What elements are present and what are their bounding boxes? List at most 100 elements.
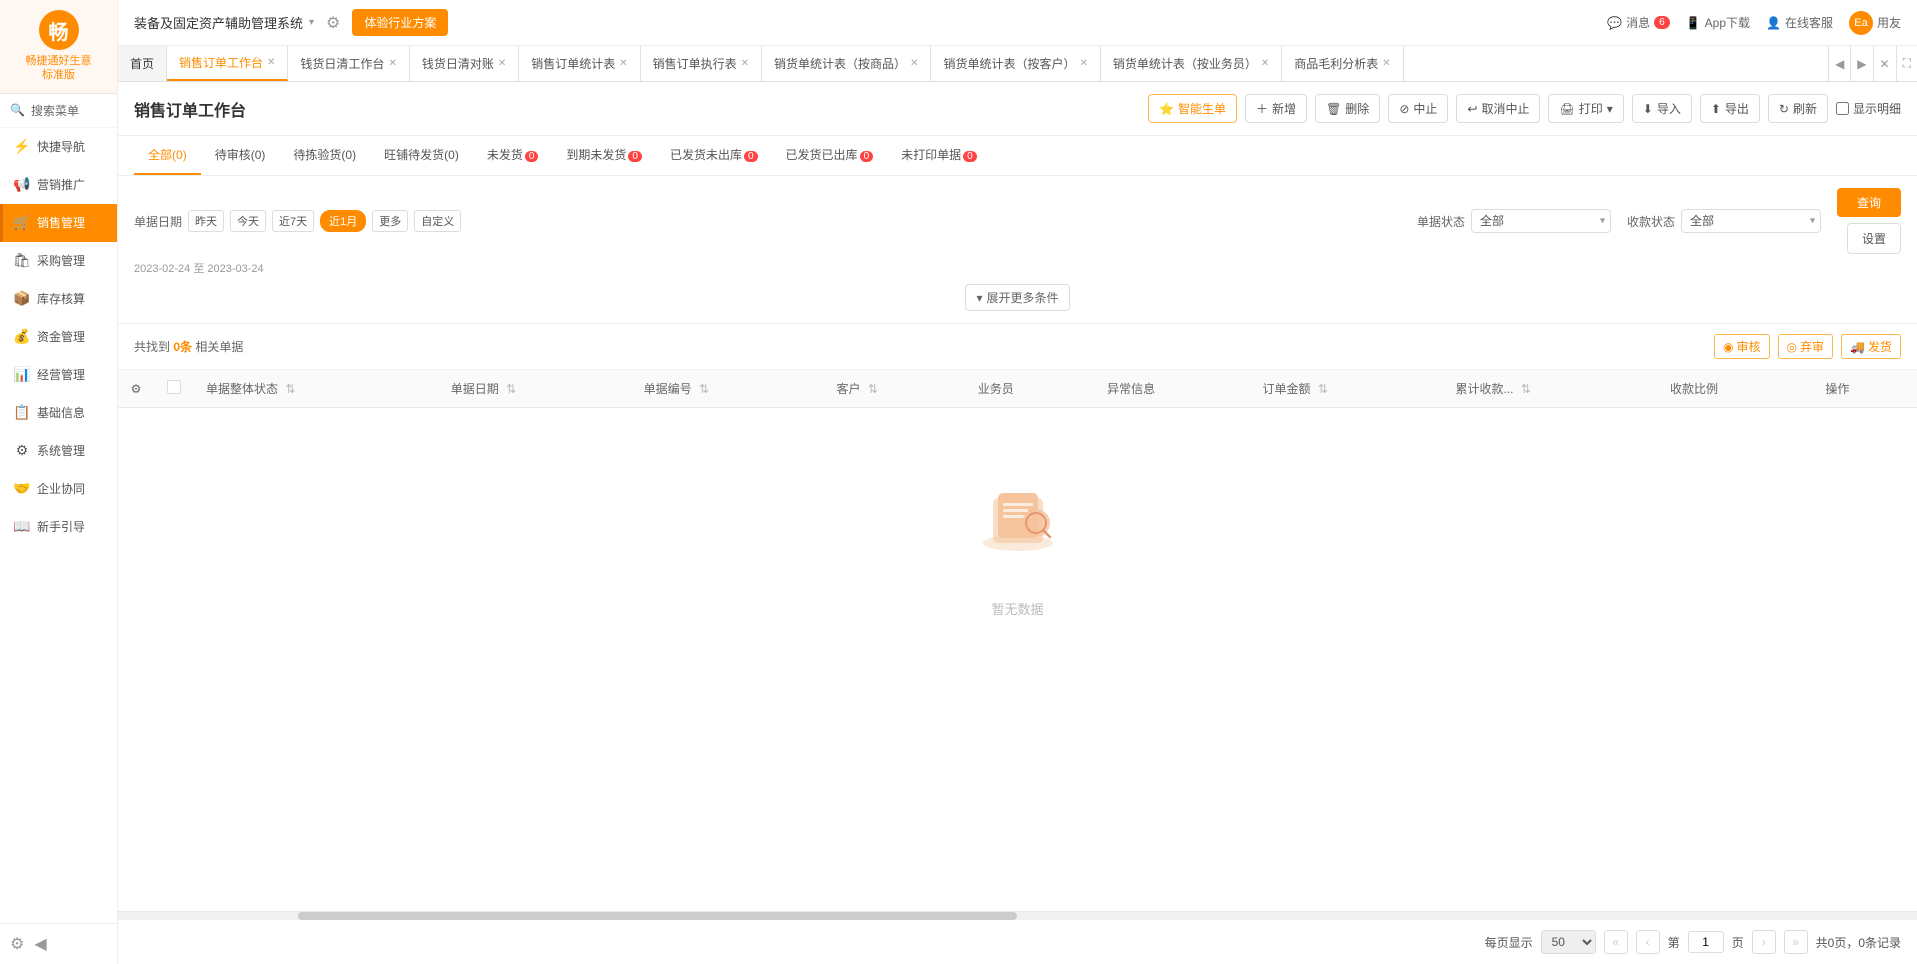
export-button[interactable]: ⬆ 导出 [1700,94,1760,123]
sidebar-item-inventory[interactable]: 📦 库存核算 [0,280,117,318]
subtab-pending-review[interactable]: 待审核(0) [201,136,280,175]
tab-close-sales-stats-staff[interactable]: ✕ [1261,58,1269,69]
select-all-checkbox[interactable] [167,380,181,394]
subtab-overdue-not-shipped[interactable]: 到期未发货0 [552,136,656,175]
show-detail-label[interactable]: 显示明细 [1836,100,1901,117]
last-page-btn[interactable]: » [1784,930,1808,954]
page-input[interactable] [1688,931,1724,953]
tab-sales-stats-customer[interactable]: 销货单统计表（按客户） ✕ [931,46,1100,81]
sidebar-item-enterprise[interactable]: 🤝 企业协同 [0,470,117,508]
tab-close-cash-daily[interactable]: ✕ [388,58,396,69]
sidebar-item-nav[interactable]: ⚡ 快捷导航 [0,128,117,166]
next-page-btn[interactable]: › [1752,930,1776,954]
sort-customer-icon[interactable]: ⇅ [868,382,878,396]
ship-action-btn[interactable]: 🚚 发货 [1841,334,1901,359]
basic-icon: 📋 [13,404,31,422]
tab-close-sales-stats-product[interactable]: ✕ [910,58,918,69]
date-btn-7days[interactable]: 近7天 [272,210,314,232]
tab-cash-daily[interactable]: 钱货日清工作台 ✕ [288,46,409,81]
review-action-btn[interactable]: ◉ 审核 [1714,334,1770,359]
scrollbar-area[interactable] [118,911,1917,919]
sidebar-item-guide[interactable]: 📖 新手引导 [0,508,117,546]
sidebar-item-system[interactable]: ⚙ 系统管理 [0,432,117,470]
cancel-review-action-btn[interactable]: ◎ 弃审 [1778,334,1834,359]
tab-sales-stats-staff[interactable]: 销货单统计表（按业务员） ✕ [1101,46,1282,81]
date-btn-1month[interactable]: 近1月 [320,210,366,232]
payment-select[interactable]: 全部 [1681,209,1821,233]
expand-button[interactable]: ▾ 展开更多条件 [965,284,1069,311]
topbar-settings-icon[interactable]: ⚙ [326,13,340,33]
col-settings-icon[interactable]: ⚙ [131,382,142,396]
first-page-btn[interactable]: « [1604,930,1628,954]
add-button[interactable]: ＋ 新增 [1245,94,1307,123]
sort-collected-icon[interactable]: ⇅ [1521,382,1531,396]
status-select[interactable]: 全部 [1471,209,1611,233]
sidebar-item-operation[interactable]: 📊 经营管理 [0,356,117,394]
prev-page-btn[interactable]: ‹ [1636,930,1660,954]
subtab-all[interactable]: 全部(0) [134,136,201,175]
scrollbar-thumb[interactable] [298,912,1018,920]
tab-sales-stats-product[interactable]: 销货单统计表（按商品） ✕ [762,46,931,81]
sort-status-icon[interactable]: ⇅ [285,382,295,396]
tab-close-sales-workbench[interactable]: ✕ [267,57,275,68]
tab-close-sales-stats[interactable]: ✕ [619,58,627,69]
sidebar-item-sales[interactable]: 🛒 销售管理 [0,204,117,242]
sidebar-item-finance[interactable]: 💰 资金管理 [0,318,117,356]
date-btn-today[interactable]: 今天 [230,210,266,232]
smart-create-button[interactable]: ⭐ 智能生单 [1148,94,1237,123]
collapse-icon[interactable]: ◀ [34,934,46,954]
print-icon: 🖨 [1559,102,1574,116]
import-button[interactable]: ⬇ 导入 [1632,94,1692,123]
tab-prev-arrow[interactable]: ◀ [1828,46,1850,81]
sort-date-icon[interactable]: ⇅ [506,382,516,396]
tab-close-sales-execute[interactable]: ✕ [741,58,749,69]
tab-sales-execute[interactable]: 销售订单执行表 ✕ [641,46,762,81]
export-icon: ⬆ [1711,102,1721,116]
subtab-wangpu-pending[interactable]: 旺铺待发货(0) [370,136,473,175]
sort-number-icon[interactable]: ⇅ [699,382,709,396]
show-detail-checkbox[interactable] [1836,102,1849,115]
filter-settings-button[interactable]: 设置 [1847,223,1901,254]
tab-home[interactable]: 首页 [118,46,167,81]
app-download-item[interactable]: 📱 App下载 [1686,14,1750,31]
page-size-select[interactable]: 50 20 100 [1541,930,1596,954]
tab-cash-reconcile[interactable]: 钱货日清对账 ✕ [410,46,519,81]
date-btn-more[interactable]: 更多 [372,210,408,232]
col-status: 单据整体状态 ⇅ [194,370,439,408]
sidebar-item-purchase[interactable]: 🛍 采购管理 [0,242,117,280]
filter-right-actions: 查询 设置 [1837,188,1901,254]
sidebar-search[interactable]: 🔍 搜索菜单 [0,94,117,128]
stop-icon: ⊘ [1399,102,1409,116]
subtab-shipped-not-out[interactable]: 已发货未出库0 [656,136,772,175]
message-item[interactable]: 💬 消息 6 [1607,14,1670,31]
date-btn-custom[interactable]: 自定义 [414,210,461,232]
filter-area: 单据日期 昨天 今天 近7天 近1月 更多 自定义 单据状态 [118,176,1917,324]
cancel-stop-button[interactable]: ↩ 取消中止 [1456,94,1540,123]
trial-button[interactable]: 体验行业方案 [352,9,448,36]
tab-expand-icon[interactable]: ⛶ [1896,46,1917,81]
online-service-item[interactable]: 👤 在线客服 [1766,14,1833,31]
delete-button[interactable]: 🗑 删除 [1315,94,1380,123]
tab-close-sales-stats-customer[interactable]: ✕ [1079,58,1087,69]
subtab-pending-check[interactable]: 待拣验货(0) [279,136,370,175]
subtab-shipped-out[interactable]: 已发货已出库0 [772,136,888,175]
tab-gross-profit[interactable]: 商品毛利分析表 ✕ [1282,46,1403,81]
tab-close-all[interactable]: ✕ [1873,46,1896,81]
tab-sales-workbench[interactable]: 销售订单工作台 ✕ [167,46,288,81]
sidebar-item-marketing[interactable]: 📢 营销推广 [0,166,117,204]
query-button[interactable]: 查询 [1837,188,1901,217]
sort-amount-icon[interactable]: ⇅ [1318,382,1328,396]
tab-sales-stats[interactable]: 销售订单统计表 ✕ [519,46,640,81]
print-button[interactable]: 🖨 打印 ▾ [1548,94,1623,123]
settings-bottom-icon[interactable]: ⚙ [10,934,24,954]
date-btn-yesterday[interactable]: 昨天 [188,210,224,232]
tab-close-gross-profit[interactable]: ✕ [1382,58,1390,69]
tab-next-arrow[interactable]: ▶ [1850,46,1872,81]
subtab-not-printed[interactable]: 未打印单据0 [887,136,991,175]
tab-close-cash-reconcile[interactable]: ✕ [498,58,506,69]
refresh-button[interactable]: ↻ 刷新 [1768,94,1828,123]
sidebar-item-basic[interactable]: 📋 基础信息 [0,394,117,432]
user-item[interactable]: Ea 用友 [1849,11,1901,35]
subtab-not-shipped[interactable]: 未发货0 [473,136,553,175]
stop-button[interactable]: ⊘ 中止 [1388,94,1448,123]
